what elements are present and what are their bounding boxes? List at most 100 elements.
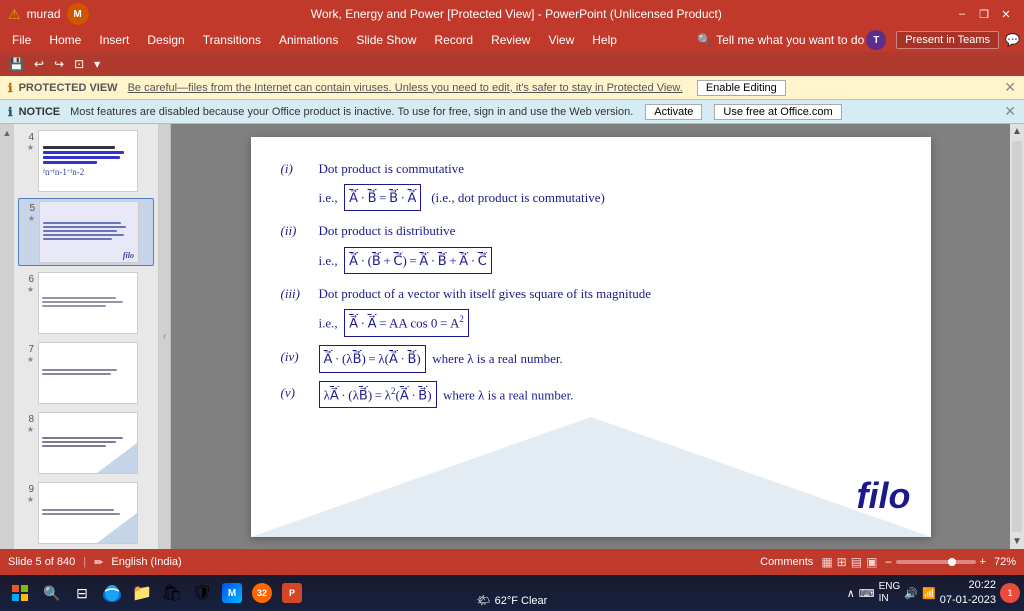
scroll-track	[1012, 141, 1022, 532]
menu-file[interactable]: File	[4, 31, 39, 49]
weather-text: 62°F Clear	[495, 595, 548, 607]
restore-button[interactable]: ❐	[974, 4, 994, 24]
teams-button[interactable]: T	[866, 30, 886, 50]
slide-num-6: 6	[20, 272, 34, 285]
status-left: Slide 5 of 840 | ✏ English (India)	[8, 556, 182, 569]
present-in-teams-button[interactable]: Present in Teams	[896, 31, 999, 49]
qa-more-button[interactable]: ▾	[91, 56, 103, 72]
content-iii: Dot product of a vector with itself give…	[319, 282, 901, 337]
network-icon[interactable]: 📶	[922, 587, 936, 600]
app7-button[interactable]: 32	[248, 579, 276, 607]
edit-icon[interactable]: ✏	[94, 556, 103, 569]
slide-img-9	[38, 482, 138, 544]
zoom-slider[interactable]	[896, 560, 976, 564]
menu-insert[interactable]: Insert	[91, 31, 137, 49]
scroll-up-button[interactable]: ▲	[3, 128, 12, 138]
start-button[interactable]	[4, 579, 36, 607]
menu-review[interactable]: Review	[483, 31, 538, 49]
menu-home[interactable]: Home	[41, 31, 89, 49]
slide-thumbnail-7[interactable]: 7 ★	[18, 340, 154, 406]
volume-icon[interactable]: 🔊	[904, 587, 918, 600]
slide-thumbnail-6[interactable]: 6 ★	[18, 270, 154, 336]
notice-bar: ℹ NOTICE Most features are disabled beca…	[0, 100, 1024, 124]
user-name: murad	[27, 7, 61, 21]
redo-button[interactable]: ↪	[51, 56, 67, 72]
tell-me-text[interactable]: Tell me what you want to do	[716, 33, 864, 47]
zoom-slider-thumb[interactable]	[948, 558, 956, 566]
weather-icon: 🌤	[477, 594, 491, 607]
tray-up-arrow[interactable]: ∧	[847, 587, 855, 600]
store-button[interactable]: 🛍	[158, 579, 186, 607]
present-qa-button[interactable]: ⊡	[71, 56, 87, 72]
slide-thumbnail-4[interactable]: 4 ★ fn=fn-1+fn-2	[18, 128, 154, 194]
menu-animations[interactable]: Animations	[271, 31, 346, 49]
zoom-plus[interactable]: +	[980, 556, 986, 568]
label-iv: (iv)	[281, 345, 311, 372]
slide-thumbnail-5[interactable]: 5 ★ filo	[18, 198, 154, 266]
content-v: λA⃗ · (λB⃗) = λ2(A⃗ · B⃗) where λ is a r…	[319, 381, 901, 409]
pv-text: Be careful—files from the Internet can c…	[128, 82, 683, 94]
formula-v: λA⃗ · (λB⃗) = λ2(A⃗ · B⃗)	[319, 381, 437, 409]
save-qa-button[interactable]: 💾	[6, 56, 27, 72]
menu-record[interactable]: Record	[426, 31, 481, 49]
close-button[interactable]: ✕	[996, 4, 1016, 24]
protected-view-bar: ℹ PROTECTED VIEW Be careful—files from t…	[0, 76, 1024, 100]
menu-slideshow[interactable]: Slide Show	[348, 31, 424, 49]
undo-button[interactable]: ↩	[31, 56, 47, 72]
activate-button[interactable]: Activate	[645, 104, 702, 120]
mcafee-button[interactable]: 🛡	[188, 579, 216, 607]
enable-editing-button[interactable]: Enable Editing	[697, 80, 786, 96]
ribbon-chat-icon[interactable]: 💬	[1005, 33, 1020, 47]
weather-widget[interactable]: 🌤 62°F Clear	[477, 594, 548, 607]
use-free-button[interactable]: Use free at Office.com	[714, 104, 841, 120]
outline-view-button[interactable]: ▤	[851, 555, 862, 569]
menu-view[interactable]: View	[540, 31, 582, 49]
menu-transitions[interactable]: Transitions	[195, 31, 269, 49]
content-i: Dot product is commutative i.e., A⃗ · B⃗…	[319, 157, 901, 212]
scroll-right-up-button[interactable]: ▲	[1010, 124, 1024, 139]
right-scroll-bar: ▲ ▼	[1010, 124, 1024, 549]
slide-item-iv: (iv) A⃗ · (λB⃗) = λ(A⃗ · B⃗) where λ is …	[281, 345, 901, 372]
title-ii: Dot product is distributive	[319, 223, 456, 238]
notification-count: 1	[1007, 588, 1012, 598]
edge-button[interactable]	[98, 579, 126, 607]
formula-iii: A⃗ · A⃗ = AA cos 0 = A2	[344, 309, 469, 337]
slide-star-6: ★	[27, 285, 34, 294]
title-i: Dot product is commutative	[319, 161, 465, 176]
slide-img-4: fn=fn-1+fn-2	[38, 130, 138, 192]
avatar: M	[67, 3, 89, 25]
slide-thumbnail-9[interactable]: 9 ★	[18, 480, 154, 546]
slide-thumbnail-8[interactable]: 8 ★	[18, 410, 154, 476]
tray-icons: ∧ ⌨ ENGIN 🔊 📶	[847, 581, 936, 605]
notification-button[interactable]: 1	[1000, 583, 1020, 603]
slide-item-iii: (iii) Dot product of a vector with itsel…	[281, 282, 901, 337]
comments-button[interactable]: Comments	[760, 556, 813, 568]
grid-view-button[interactable]: ⊞	[837, 555, 847, 569]
scroll-right-down-button[interactable]: ▼	[1010, 534, 1024, 549]
panel-collapse-handle[interactable]: ‹	[159, 124, 171, 549]
task-view-button[interactable]: ⊟	[68, 579, 96, 607]
app6-button[interactable]: M	[218, 579, 246, 607]
menu-help[interactable]: Help	[584, 31, 625, 49]
language-tray[interactable]: ENGIN	[879, 581, 901, 605]
taskbar-right: ∧ ⌨ ENGIN 🔊 📶 20:22 07-01-2023 1	[847, 578, 1020, 609]
time-block[interactable]: 20:22 07-01-2023	[940, 578, 996, 609]
minimize-button[interactable]: –	[952, 4, 972, 24]
note-v: where λ is a real number.	[443, 387, 573, 402]
search-taskbar-button[interactable]: 🔍	[38, 579, 66, 607]
slide-img-8	[38, 412, 138, 474]
pv-close-button[interactable]: ✕	[1004, 79, 1016, 96]
date-display: 07-01-2023	[940, 593, 996, 608]
slide-canvas: (i) Dot product is commutative i.e., A⃗ …	[251, 137, 931, 537]
file-explorer-button[interactable]: 📁	[128, 579, 156, 607]
label-v: (v)	[281, 381, 311, 409]
reading-view-button[interactable]: ▣	[866, 555, 877, 569]
keyboard-icon[interactable]: ⌨	[859, 587, 875, 600]
zoom-minus[interactable]: –	[885, 556, 891, 568]
powerpoint-button[interactable]: P	[278, 579, 306, 607]
normal-view-button[interactable]: ▦	[821, 555, 832, 569]
menu-design[interactable]: Design	[139, 31, 192, 49]
notice-close-button[interactable]: ✕	[1004, 103, 1016, 120]
title-bar: ⚠ murad M Work, Energy and Power [Protec…	[0, 0, 1024, 28]
time-display: 20:22	[940, 578, 996, 593]
